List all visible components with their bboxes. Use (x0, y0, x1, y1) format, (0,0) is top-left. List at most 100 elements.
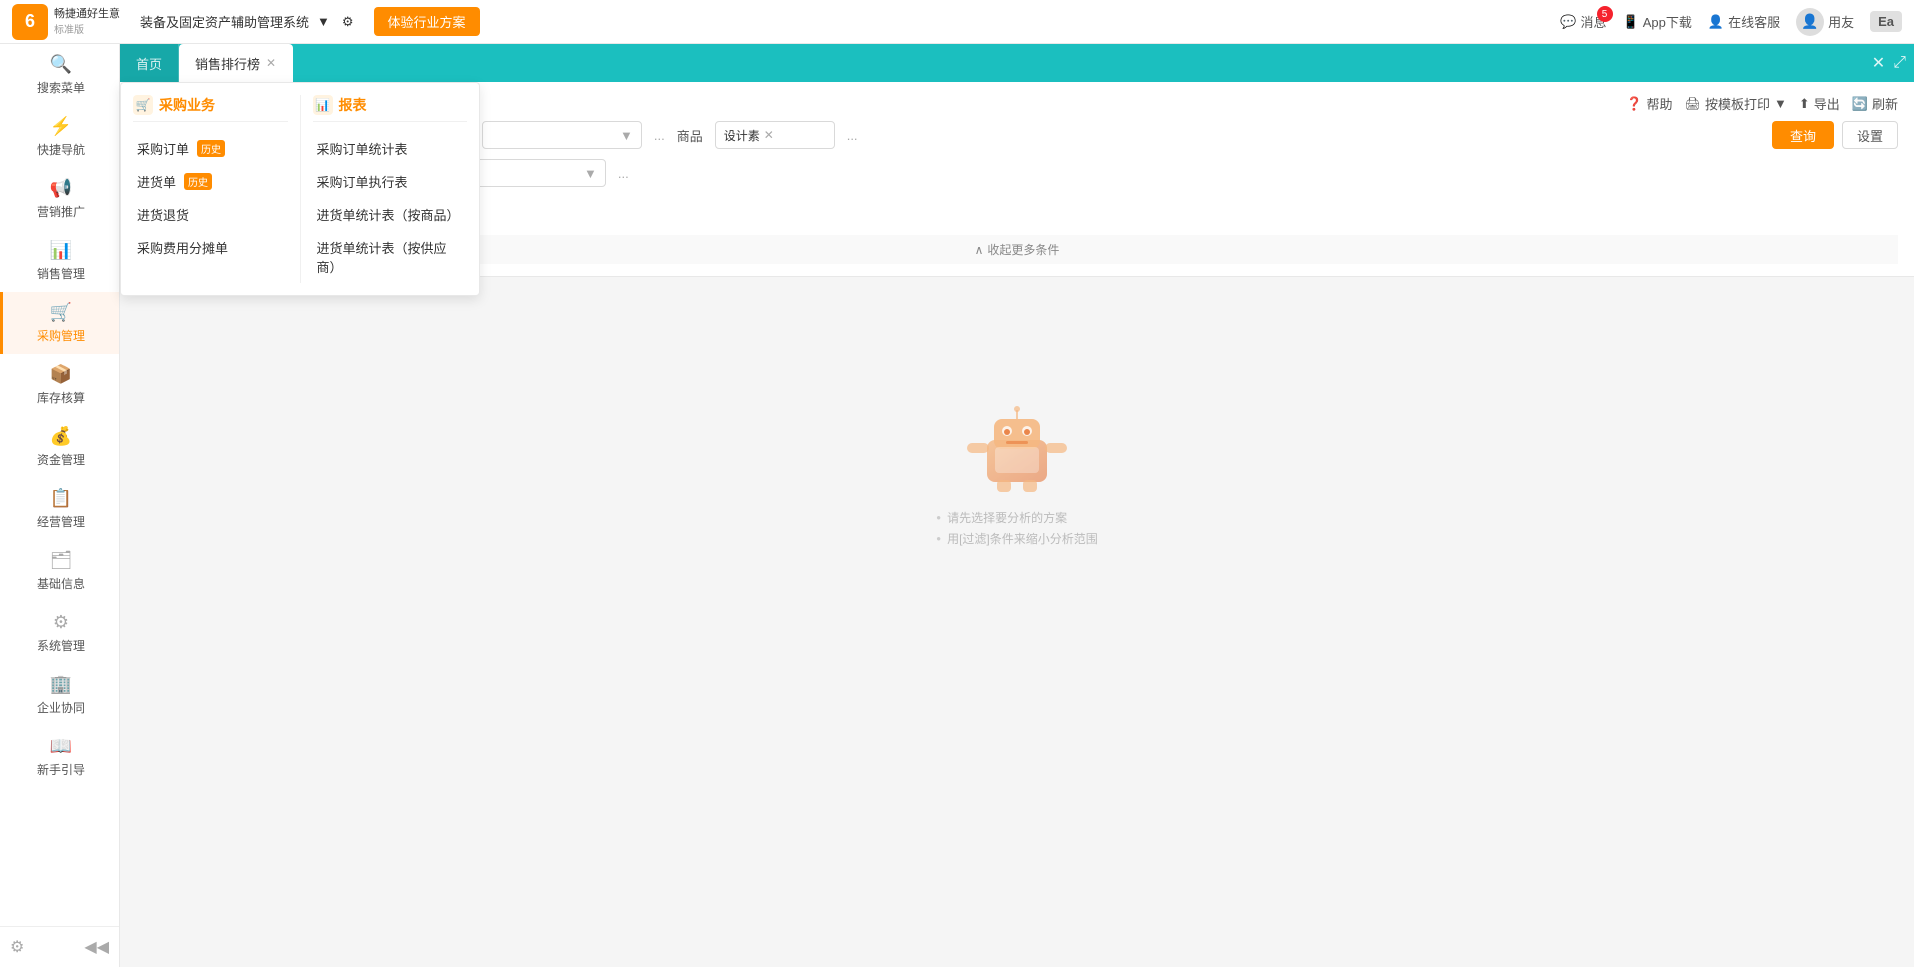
sidebar-item-enterprise[interactable]: 🏢 企业协同 (0, 664, 119, 726)
message-icon: 💬 (1560, 14, 1576, 30)
message-btn[interactable]: 💬 消息 5 (1560, 12, 1606, 31)
user-label: 用友 (1828, 12, 1854, 31)
print-dropdown-icon[interactable]: ▼ (1774, 96, 1787, 111)
bottom-settings-icon[interactable]: ⚙ (10, 937, 24, 957)
quick-nav-icon: ⚡ (50, 116, 72, 137)
dropdown-purchase-order-stats[interactable]: 采购订单统计表 (313, 132, 468, 165)
online-service-btn[interactable]: 👤 在线客服 (1708, 12, 1780, 31)
marketing-icon: 📢 (50, 178, 72, 199)
dropdown-inbound-stats-by-supplier[interactable]: 进货单统计表（按供应商） (313, 231, 468, 283)
logo-line1: 畅捷通好生意 (54, 7, 120, 21)
help-label: 帮助 (1646, 94, 1672, 113)
help-btn[interactable]: ❓ 帮助 (1626, 94, 1672, 113)
sales-icon: 📊 (50, 240, 72, 261)
doc-status-arrow: ▼ (620, 128, 633, 143)
print-label: 按模板打印 (1705, 94, 1770, 113)
tab-sales-rank-label: 销售排行榜 (195, 54, 260, 73)
inbound-history[interactable]: 历史 (184, 173, 212, 190)
tab-home-label: 首页 (136, 54, 162, 73)
sidebar-item-basic-info[interactable]: 🗂 基础信息 (0, 540, 119, 602)
dropdown-return[interactable]: 进货退货 (133, 198, 288, 231)
report-col: 📊 报表 采购订单统计表 采购订单执行表 进货单统计表（按商品） 进货单统计表（… (300, 95, 480, 283)
refresh-icon: 🔄 (1852, 96, 1868, 112)
doc-status-select[interactable]: ▼ (482, 121, 642, 149)
industry-btn[interactable]: 体验行业方案 (374, 7, 480, 36)
filter-actions: 查询 设置 (1772, 121, 1898, 149)
set-btn[interactable]: 设置 (1842, 121, 1898, 149)
query-btn[interactable]: 查询 (1772, 121, 1834, 149)
purchase-business-col: 🛒 采购业务 采购订单 历史 进货单 历史 进货退货 采购费用分摊单 (121, 95, 300, 283)
tab-close-icon[interactable]: ✕ (266, 56, 276, 70)
goods-tag-remove[interactable]: ✕ (764, 128, 774, 142)
sidebar-item-operations[interactable]: 📋 经营管理 (0, 478, 119, 540)
dropdown-purchase-order[interactable]: 采购订单 历史 (133, 132, 288, 165)
purchase-col-label: 采购业务 (159, 95, 215, 115)
tab-sales-rank[interactable]: 销售排行榜 ✕ (179, 44, 293, 82)
sidebar-label-system: 系统管理 (37, 637, 85, 654)
return-label: 进货退货 (137, 205, 189, 224)
app-title: 装备及固定资产辅助管理系统 (140, 12, 309, 31)
tab-home[interactable]: 首页 (120, 44, 179, 82)
sidebar-item-system[interactable]: ⚙ 系统管理 (0, 602, 119, 664)
expense-label: 采购费用分摊单 (137, 238, 228, 257)
help-icon: ❓ (1626, 96, 1642, 112)
online-service-label: 在线客服 (1728, 12, 1780, 31)
sidebar-item-quick-nav[interactable]: ⚡ 快捷导航 (0, 106, 119, 168)
print-btn[interactable]: 🖨 按模板打印 ▼ (1684, 94, 1786, 113)
goods-dots[interactable]: ... (847, 128, 858, 143)
sidebar-item-sales[interactable]: 📊 销售管理 (0, 230, 119, 292)
tab-expand-icon[interactable]: ⤢ (1893, 54, 1906, 72)
logo: 6 畅捷通好生意 标准版 (12, 4, 132, 40)
avatar: 👤 (1796, 8, 1824, 36)
dropdown-purchase-order-exec[interactable]: 采购订单执行表 (313, 165, 468, 198)
inbound-stats-supplier-label: 进货单统计表（按供应商） (317, 238, 464, 276)
sidebar-item-search[interactable]: 🔍 搜索菜单 (0, 44, 119, 106)
export-btn[interactable]: ⬆ 导出 (1799, 94, 1840, 113)
goods-selector[interactable]: 设计素 ✕ (715, 121, 835, 149)
report-col-icon: 📊 (313, 95, 333, 115)
purchase-col-icon: 🛒 (133, 95, 153, 115)
user-btn[interactable]: 👤 用友 (1796, 8, 1854, 36)
sidebar-label-marketing: 营销推广 (37, 203, 85, 220)
dropdown-expense[interactable]: 采购费用分摊单 (133, 231, 288, 264)
guide-icon: 📖 (50, 736, 72, 757)
system-icon: ⚙ (53, 612, 69, 633)
sidebar-label-quick-nav: 快捷导航 (37, 141, 85, 158)
app-download-btn[interactable]: 📱 App下载 (1623, 12, 1692, 31)
salesperson-dots[interactable]: ... (618, 166, 629, 181)
stock-icon: 📦 (50, 364, 72, 385)
dropdown-inbound[interactable]: 进货单 历史 (133, 165, 288, 198)
sidebar-item-stock[interactable]: 📦 库存核算 (0, 354, 119, 416)
inbound-label: 进货单 (137, 172, 176, 191)
report-col-title: 📊 报表 (313, 95, 468, 122)
dropdown-panel: 🛒 采购业务 采购订单 历史 进货单 历史 进货退货 采购费用分摊单 (120, 82, 480, 296)
sidebar-item-guide[interactable]: 📖 新手引导 (0, 726, 119, 788)
doc-status-dots[interactable]: ... (654, 128, 665, 143)
sidebar-label-stock: 库存核算 (37, 389, 85, 406)
sidebar-item-finance[interactable]: 💰 资金管理 (0, 416, 119, 478)
purchase-icon: 🛒 (50, 302, 72, 323)
goods-label: 商品 (677, 126, 703, 145)
sidebar-item-purchase[interactable]: 🛒 采购管理 (0, 292, 119, 354)
title-dropdown-arrow[interactable]: ▼ (317, 14, 330, 29)
search-icon: 🔍 (50, 54, 72, 75)
refresh-btn[interactable]: 🔄 刷新 (1852, 94, 1898, 113)
purchase-col-title: 🛒 采购业务 (133, 95, 288, 122)
sidebar-label-finance: 资金管理 (37, 451, 85, 468)
salesperson-arrow: ▼ (584, 166, 597, 181)
topbar: 6 畅捷通好生意 标准版 装备及固定资产辅助管理系统 ▼ ⚙ 体验行业方案 💬 … (0, 0, 1914, 44)
dropdown-inbound-stats-by-goods[interactable]: 进货单统计表（按商品） (313, 198, 468, 231)
sidebar: 🔍 搜索菜单 ⚡ 快捷导航 📢 营销推广 📊 销售管理 🛒 采购管理 📦 库存核… (0, 44, 120, 967)
tabbar: 首页 销售排行榜 ✕ ✕ ⤢ (120, 44, 1914, 82)
sidebar-bottom: ⚙ ◀◀ (0, 926, 119, 967)
purchase-order-stats-label: 采购订单统计表 (317, 139, 408, 158)
purchase-order-history[interactable]: 历史 (197, 140, 225, 157)
settings-gear-icon[interactable]: ⚙ (342, 14, 354, 30)
sidebar-collapse-icon[interactable]: ◀◀ (84, 937, 109, 957)
sidebar-item-marketing[interactable]: 📢 营销推广 (0, 168, 119, 230)
phone-icon: 📱 (1623, 14, 1639, 30)
tab-close-all-icon[interactable]: ✕ (1872, 53, 1885, 73)
sidebar-label-basic-info: 基础信息 (37, 575, 85, 592)
inbound-stats-goods-label: 进货单统计表（按商品） (317, 205, 460, 224)
message-badge: 5 (1597, 6, 1613, 22)
